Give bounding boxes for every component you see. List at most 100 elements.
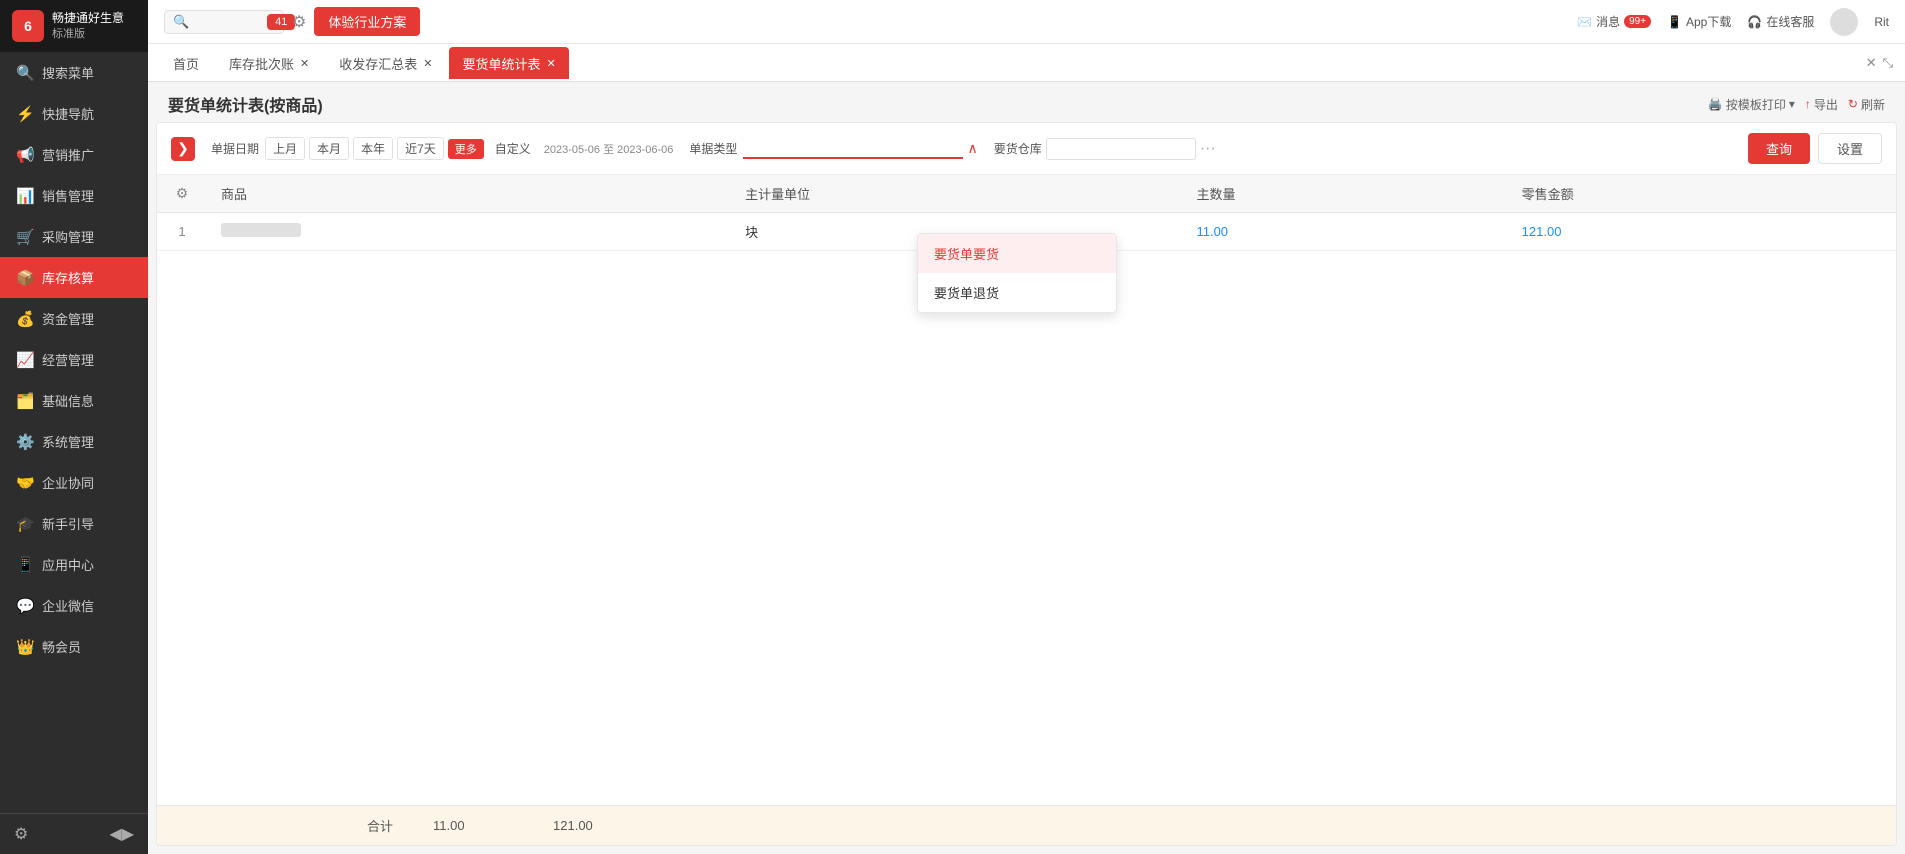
filter-warehouse-input[interactable] [1046,138,1196,160]
topbar-messages[interactable]: ✉️ 消息 99+ [1577,13,1651,30]
sidebar-label-purchase: 采购管理 [42,227,94,246]
sidebar-item-app-center[interactable]: 📱应用中心 [0,544,148,585]
row-qty[interactable]: 11.00 [1182,213,1507,251]
dropdown-item-return[interactable]: 要货单退货 [918,273,1116,312]
sidebar-label-app-center: 应用中心 [42,555,94,574]
table-gear-icon[interactable]: ⚙ [176,185,189,201]
topbar-search-input[interactable] [193,15,263,29]
sidebar-item-inventory[interactable]: 📦库存核算 [0,257,148,298]
topbar-app-download[interactable]: 📱 App下载 [1667,13,1731,30]
tab-label-order-summary: 要货单统计表 [462,54,540,73]
user-avatar[interactable] [1830,8,1858,36]
sidebar-icon-finance: 💰 [16,310,34,328]
tab-label-inventory-batch: 库存批次账 [229,54,294,73]
tab-receipt-summary[interactable]: 收发存汇总表 ✕ [326,47,445,79]
close-all-icon: ✕ [1866,55,1877,71]
close-all-icon2: ⤡ [1883,55,1893,71]
sidebar-item-search[interactable]: 🔍 搜索菜单 [0,52,148,93]
tab-home[interactable]: 首页 [160,47,212,79]
sidebar-label-operation: 经营管理 [42,350,94,369]
refresh-icon: ↻ [1848,97,1858,111]
sidebar-label-finance: 资金管理 [42,309,94,328]
filter-type-arrow-icon[interactable]: ∧ [967,140,977,157]
sidebar-item-operation[interactable]: 📈经营管理 [0,339,148,380]
tab-close-inventory-batch[interactable]: ✕ [300,57,309,70]
topbar-service[interactable]: 🎧 在线客服 [1747,13,1814,30]
table-col-goods: 商品 [207,175,731,213]
sidebar-icon-wechat: 💬 [16,597,34,615]
row-seq: 1 [157,213,207,251]
filter-date-range: 2023-05-06 至 2023-06-06 [544,141,674,157]
trial-btn[interactable]: 体验行业方案 [314,7,420,36]
sidebar-icon-member: 👑 [16,638,34,656]
print-icon: 🖨️ [1708,97,1723,111]
sidebar-item-wechat[interactable]: 💬 企业微信 [0,585,148,626]
tab-label-receipt-summary: 收发存汇总表 [339,54,417,73]
tab-close-order-summary[interactable]: ✕ [547,57,556,70]
sidebar-footer: ⚙ ◀▶ [0,813,148,854]
print-action[interactable]: 🖨️ 按模板打印 ▾ [1708,96,1795,113]
footer-total-amount: 121.00 [553,818,633,833]
tab-label-home: 首页 [173,54,199,73]
sidebar-item-member[interactable]: 👑 畅会员 [0,626,148,667]
filter-this-year-btn[interactable]: 本年 [353,137,393,160]
sidebar-icon-search: 🔍 [16,64,34,82]
print-arrow-icon: ▾ [1789,97,1795,111]
settings-footer-icon[interactable]: ⚙ [14,824,28,844]
filter-type-group: 单据类型 ∧ [689,139,977,159]
filter-warehouse-group: 要货仓库 ··· [994,138,1216,160]
filter-expand-btn[interactable]: ❯ [171,137,195,161]
dropdown-item-order[interactable]: 要货单要货 [918,234,1116,273]
sidebar-item-quick-nav[interactable]: ⚡快捷导航 [0,93,148,134]
filter-prev-month-btn[interactable]: 上月 [265,137,305,160]
sidebar-icon-base: 🗂️ [16,392,34,410]
row-amount[interactable]: 121.00 [1508,213,1896,251]
sidebar-item-purchase[interactable]: 🛒 采购管理 [0,216,148,257]
sidebar-item-marketing[interactable]: 📢营销推广 [0,134,148,175]
sidebar-item-base[interactable]: 🗂️基础信息 [0,380,148,421]
message-icon: ✉️ [1577,15,1592,29]
export-action[interactable]: ↑ 导出 [1805,96,1838,113]
sidebar-icon-purchase: 🛒 [16,228,34,246]
tab-close-receipt-summary[interactable]: ✕ [423,57,432,70]
filter-ellipsis-icon[interactable]: ··· [1200,140,1216,158]
message-badge: 99+ [1624,15,1651,28]
sidebar-item-enterprise[interactable]: 🤝 企业协同 [0,462,148,503]
sidebar-logo: 6 畅捷通好生意 标准版 [0,0,148,52]
sidebar-item-finance[interactable]: 💰 资金管理 [0,298,148,339]
close-all-tabs[interactable]: ✕ ⤡ [1866,55,1893,71]
filter-type-input-wrap: ∧ [743,139,977,159]
tab-order-summary[interactable]: 要货单统计表 ✕ [449,47,568,79]
filter-this-month-btn[interactable]: 本月 [309,137,349,160]
sidebar-label-marketing: 营销推广 [42,145,94,164]
main-content: 🔍 41 ⚙ 体验行业方案 ✉️ 消息 99+ 📱 App下载 🎧 在线客服 R [148,0,1905,854]
sidebar-label-member: 畅会员 [42,637,81,656]
collapse-icon[interactable]: ◀▶ [109,824,134,844]
sidebar-item-system[interactable]: ⚙️系统管理 [0,421,148,462]
footer-total-label: 合计 [367,816,393,835]
sidebar-item-guide[interactable]: 🎓新手引导 [0,503,148,544]
filter-more-badge[interactable]: 更多 [448,139,484,159]
filter-type-input[interactable] [743,139,963,159]
filter-recent7-btn[interactable]: 近7天 [397,137,444,160]
content-area: ❯ 单据日期 上月 本月 本年 近7天 更多 自定义 2023-05-06 至 … [156,122,1897,846]
sidebar-icon-enterprise: 🤝 [16,474,34,492]
tab-inventory-batch[interactable]: 库存批次账 ✕ [216,47,322,79]
sidebar-label-wechat: 企业微信 [42,596,94,615]
filter-query-btn[interactable]: 查询 [1748,133,1810,164]
sidebar-label-inventory: 库存核算 [42,268,94,287]
sidebar-item-sales[interactable]: 📊销售管理 [0,175,148,216]
sidebar-label-search: 搜索菜单 [42,63,94,82]
sidebar-label-sales: 销售管理 [42,186,94,205]
filter-custom-btn[interactable]: 自定义 [488,138,538,159]
topbar-left: 🔍 41 ⚙ 体验行业方案 [164,7,1565,36]
sidebar-icon-quick-nav: ⚡ [16,105,34,123]
refresh-action[interactable]: ↻ 刷新 [1848,96,1885,113]
topbar-gear-icon[interactable]: ⚙ [292,12,306,32]
sidebar-label-guide: 新手引导 [42,514,94,533]
table-col-unit: 主计量单位 [731,175,1182,213]
sidebar-label-enterprise: 企业协同 [42,473,94,492]
filter-settings-btn[interactable]: 设置 [1818,133,1882,164]
page-title: 要货单统计表(按商品) [168,92,323,116]
search-icon: 🔍 [173,14,189,30]
